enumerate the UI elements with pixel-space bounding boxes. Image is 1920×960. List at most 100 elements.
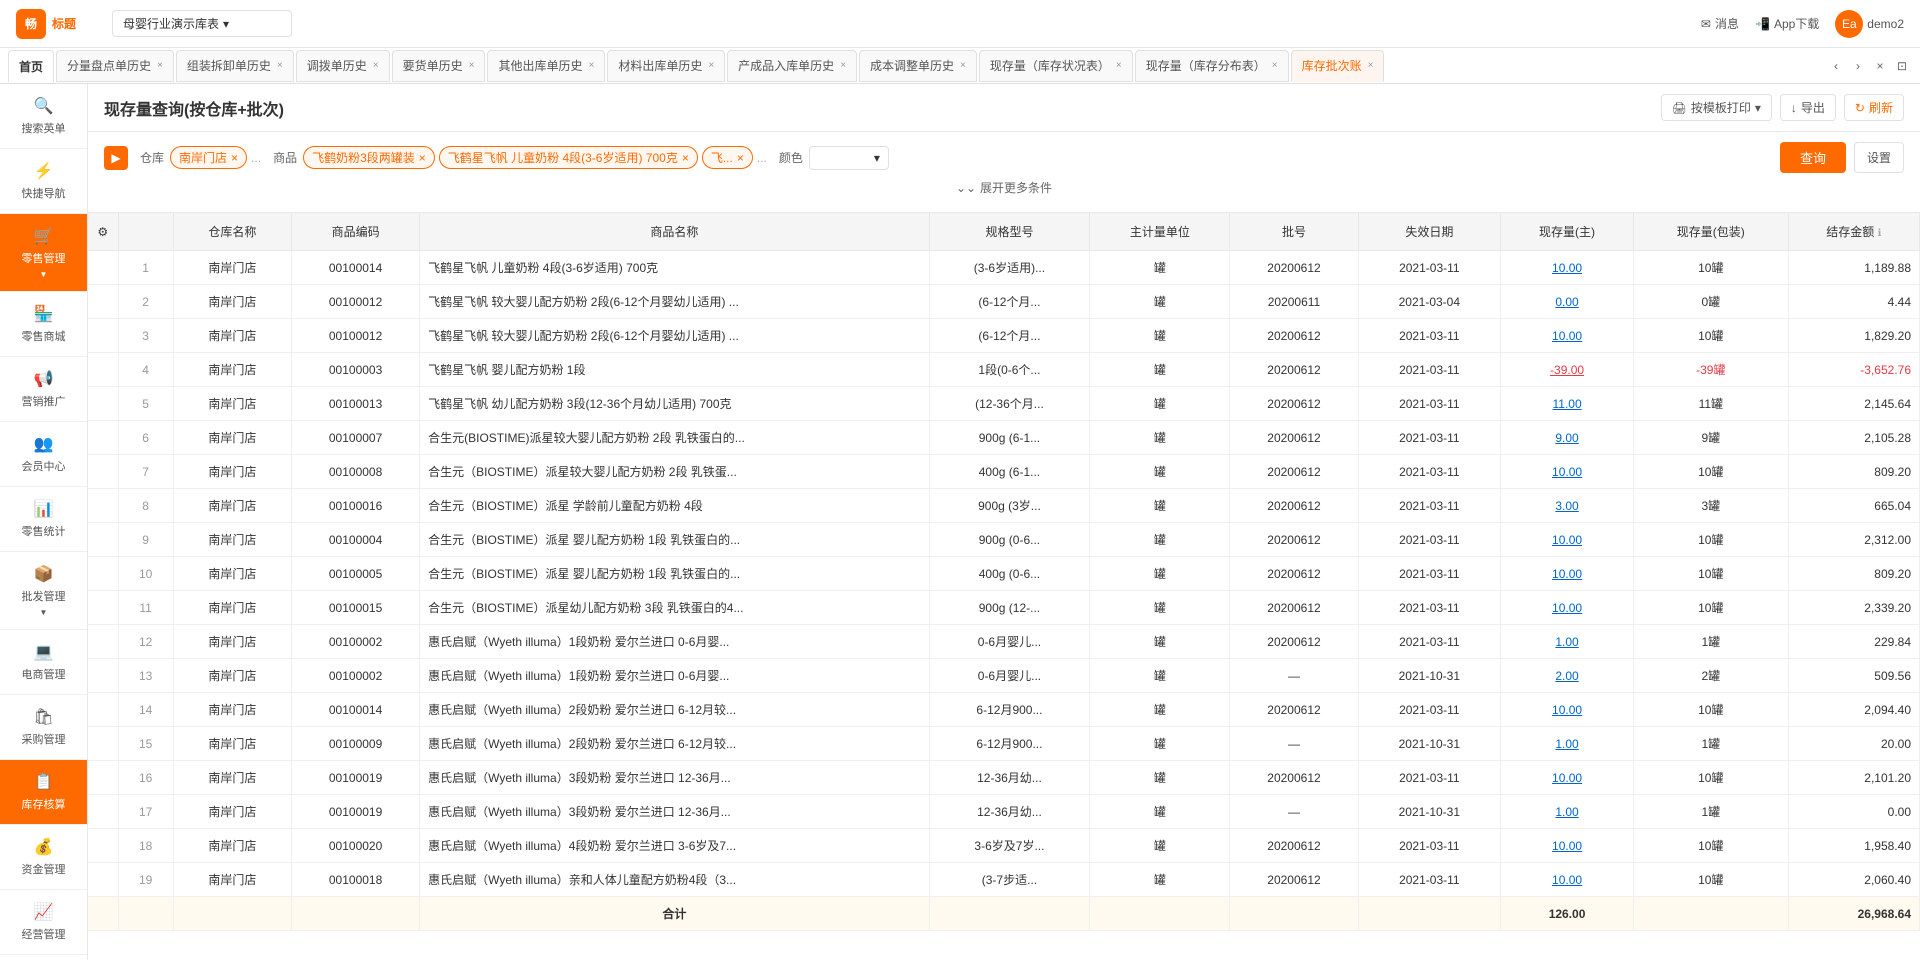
goods-more[interactable]: ... xyxy=(757,151,767,165)
sidebar-item-marketing[interactable]: 📢 营销推广 xyxy=(0,357,87,422)
tab-prev-btn[interactable]: ‹ xyxy=(1826,52,1846,80)
refresh-button[interactable]: ↻ 刷新 xyxy=(1844,94,1904,121)
warehouse-more[interactable]: ... xyxy=(251,151,261,165)
close-icon[interactable]: × xyxy=(157,60,163,71)
row-code: 00100014 xyxy=(292,251,420,285)
row-qty-pkg: 9罐 xyxy=(1633,421,1788,455)
row-qty-pkg: 3罐 xyxy=(1633,489,1788,523)
message-icon: ✉ xyxy=(1701,17,1711,31)
tab-diaobodanli[interactable]: 调拨单历史 × xyxy=(296,50,390,82)
sidebar-item-search[interactable]: 🔍 搜索英单 xyxy=(0,84,87,149)
tab-yaohuo[interactable]: 要货单历史 × xyxy=(392,50,486,82)
row-spec: (3-6岁适用)... xyxy=(929,251,1090,285)
row-setting xyxy=(88,421,118,455)
color-select[interactable]: ▾ xyxy=(809,146,889,170)
row-amount: 809.20 xyxy=(1788,557,1919,591)
close-icon[interactable]: × xyxy=(1368,60,1374,71)
row-warehouse: 南岸门店 xyxy=(173,761,291,795)
row-name: 惠氏启赋（Wyeth illuma）2段奶粉 爱尔兰进口 6-12月较... xyxy=(420,727,929,761)
avatar: Ea xyxy=(1835,10,1863,38)
sidebar-item-finance[interactable]: 💰 资金管理 xyxy=(0,825,87,890)
goods-tag-1[interactable]: 飞鹤星飞帆 儿童奶粉 4段(3-6岁适用) 700克 × xyxy=(439,146,698,169)
goods-tag-container: 飞鹤奶粉3段两罐装 × 飞鹤星飞帆 儿童奶粉 4段(3-6岁适用) 700克 ×… xyxy=(303,146,767,169)
warehouse-tag[interactable]: 南岸门店 × xyxy=(170,146,247,169)
system-label: 母婴行业演示库表 xyxy=(123,15,219,32)
tab-xiancunzhuangtai[interactable]: 现存量（库存状况表） × xyxy=(979,50,1133,82)
row-amount: 2,094.40 xyxy=(1788,693,1919,727)
sidebar-item-label: 经营管理 xyxy=(22,926,66,942)
close-icon[interactable]: × xyxy=(588,60,594,71)
query-button[interactable]: 查询 xyxy=(1780,142,1846,173)
col-setting[interactable]: ⚙ xyxy=(88,213,118,251)
tag-remove-icon[interactable]: × xyxy=(231,151,238,165)
table-row: 19 南岸门店 00100018 惠氏启赋（Wyeth illuma）亲和人体儿… xyxy=(88,863,1920,897)
close-icon[interactable]: × xyxy=(469,60,475,71)
row-code: 00100012 xyxy=(292,319,420,353)
row-amount: 2,060.40 xyxy=(1788,863,1919,897)
tab-cailiaochuku[interactable]: 材料出库单历史 × xyxy=(607,50,725,82)
sidebar-item-retail[interactable]: 🛒 零售管理 ▼ xyxy=(0,214,87,292)
close-icon[interactable]: × xyxy=(1272,60,1278,71)
row-number: 16 xyxy=(118,761,173,795)
sidebar-item-retail-store[interactable]: 🏪 零售商城 xyxy=(0,292,87,357)
table-row: 10 南岸门店 00100005 合生元（BIOSTIME）派星 婴儿配方奶粉 … xyxy=(88,557,1920,591)
sidebar-item-ecommerce[interactable]: 💻 电商管理 xyxy=(0,630,87,695)
sidebar-item-basic[interactable]: ⚙ 基础信息 xyxy=(0,955,87,960)
filter-expand-btn[interactable]: ▶ xyxy=(104,146,128,170)
row-qty-pkg: 10罐 xyxy=(1633,863,1788,897)
sidebar-item-retail-stats[interactable]: 📊 零售统计 xyxy=(0,487,87,552)
tag-remove-icon[interactable]: × xyxy=(737,151,744,165)
expand-more-btn[interactable]: ⌄⌄ 展开更多条件 xyxy=(104,173,1904,202)
tab-label: 现存量（库存状况表） xyxy=(990,57,1110,74)
row-qty-pkg: 10罐 xyxy=(1633,523,1788,557)
row-amount: 2,145.64 xyxy=(1788,387,1919,421)
tab-maximize-btn[interactable]: ⊡ xyxy=(1892,52,1912,80)
refresh-icon: ↻ xyxy=(1855,101,1865,115)
close-icon[interactable]: × xyxy=(960,60,966,71)
tab-qitachuku[interactable]: 其他出库单历史 × xyxy=(487,50,605,82)
user-area[interactable]: Ea demo2 xyxy=(1835,10,1904,38)
close-icon[interactable]: × xyxy=(840,60,846,71)
row-code: 00100014 xyxy=(292,693,420,727)
sidebar-item-purchase[interactable]: 🛍 采购管理 xyxy=(0,695,87,760)
system-selector[interactable]: 母婴行业演示库表 ▾ xyxy=(112,10,292,37)
tab-home[interactable]: 首页 xyxy=(8,50,54,82)
print-button[interactable]: 🖨 按模板打印 ▾ xyxy=(1661,94,1772,121)
tab-zuzhuangchaijian[interactable]: 组装拆卸单历史 × xyxy=(176,50,294,82)
export-button[interactable]: ↓ 导出 xyxy=(1780,94,1836,121)
tag-remove-icon[interactable]: × xyxy=(419,151,426,165)
tab-chanchengpin[interactable]: 产成品入库单历史 × xyxy=(727,50,857,82)
sidebar-item-wholesale[interactable]: 📦 批发管理 ▼ xyxy=(0,552,87,630)
sidebar-item-inventory[interactable]: 📋 库存核算 xyxy=(0,760,87,825)
tab-xiancunfenbu[interactable]: 现存量（库存分布表） × xyxy=(1135,50,1289,82)
col-qty-main: 现存量(主) xyxy=(1501,213,1634,251)
row-batch: 20200612 xyxy=(1230,421,1358,455)
chevron-down-icon: ▾ xyxy=(223,17,229,31)
goods-tag-more[interactable]: 飞... × xyxy=(702,146,753,169)
tab-fenliangpandian[interactable]: 分量盘点单历史 × xyxy=(56,50,174,82)
close-icon[interactable]: × xyxy=(373,60,379,71)
setting-button[interactable]: 设置 xyxy=(1854,142,1904,173)
tab-next-btn[interactable]: › xyxy=(1848,52,1868,80)
goods-tag-0[interactable]: 飞鹤奶粉3段两罐装 × xyxy=(303,146,435,169)
row-batch: 20200612 xyxy=(1230,455,1358,489)
tag-remove-icon[interactable]: × xyxy=(682,151,689,165)
tab-close-all-btn[interactable]: × xyxy=(1870,52,1890,80)
info-icon[interactable]: ℹ xyxy=(1878,228,1882,239)
sidebar-item-operation[interactable]: 📈 经营管理 xyxy=(0,890,87,955)
sidebar-item-quick-nav[interactable]: ⚡ 快捷导航 xyxy=(0,149,87,214)
download-btn[interactable]: 📲 App下载 xyxy=(1755,15,1819,32)
tab-kucunpici[interactable]: 库存批次账 × xyxy=(1291,50,1385,82)
close-icon[interactable]: × xyxy=(1116,60,1122,71)
row-unit: 罐 xyxy=(1090,557,1230,591)
message-btn[interactable]: ✉ 消息 xyxy=(1701,15,1739,32)
row-name: 飞鹤星飞帆 较大婴儿配方奶粉 2段(6-12个月婴幼儿适用) ... xyxy=(420,285,929,319)
row-batch: 20200612 xyxy=(1230,523,1358,557)
close-icon[interactable]: × xyxy=(708,60,714,71)
print-label: 按模板打印 xyxy=(1691,99,1751,116)
tab-chengbentiaozhen[interactable]: 成本调整单历史 × xyxy=(859,50,977,82)
row-qty-pkg: 11罐 xyxy=(1633,387,1788,421)
sidebar-item-member[interactable]: 👥 会员中心 xyxy=(0,422,87,487)
close-icon[interactable]: × xyxy=(277,60,283,71)
row-amount: 2,105.28 xyxy=(1788,421,1919,455)
